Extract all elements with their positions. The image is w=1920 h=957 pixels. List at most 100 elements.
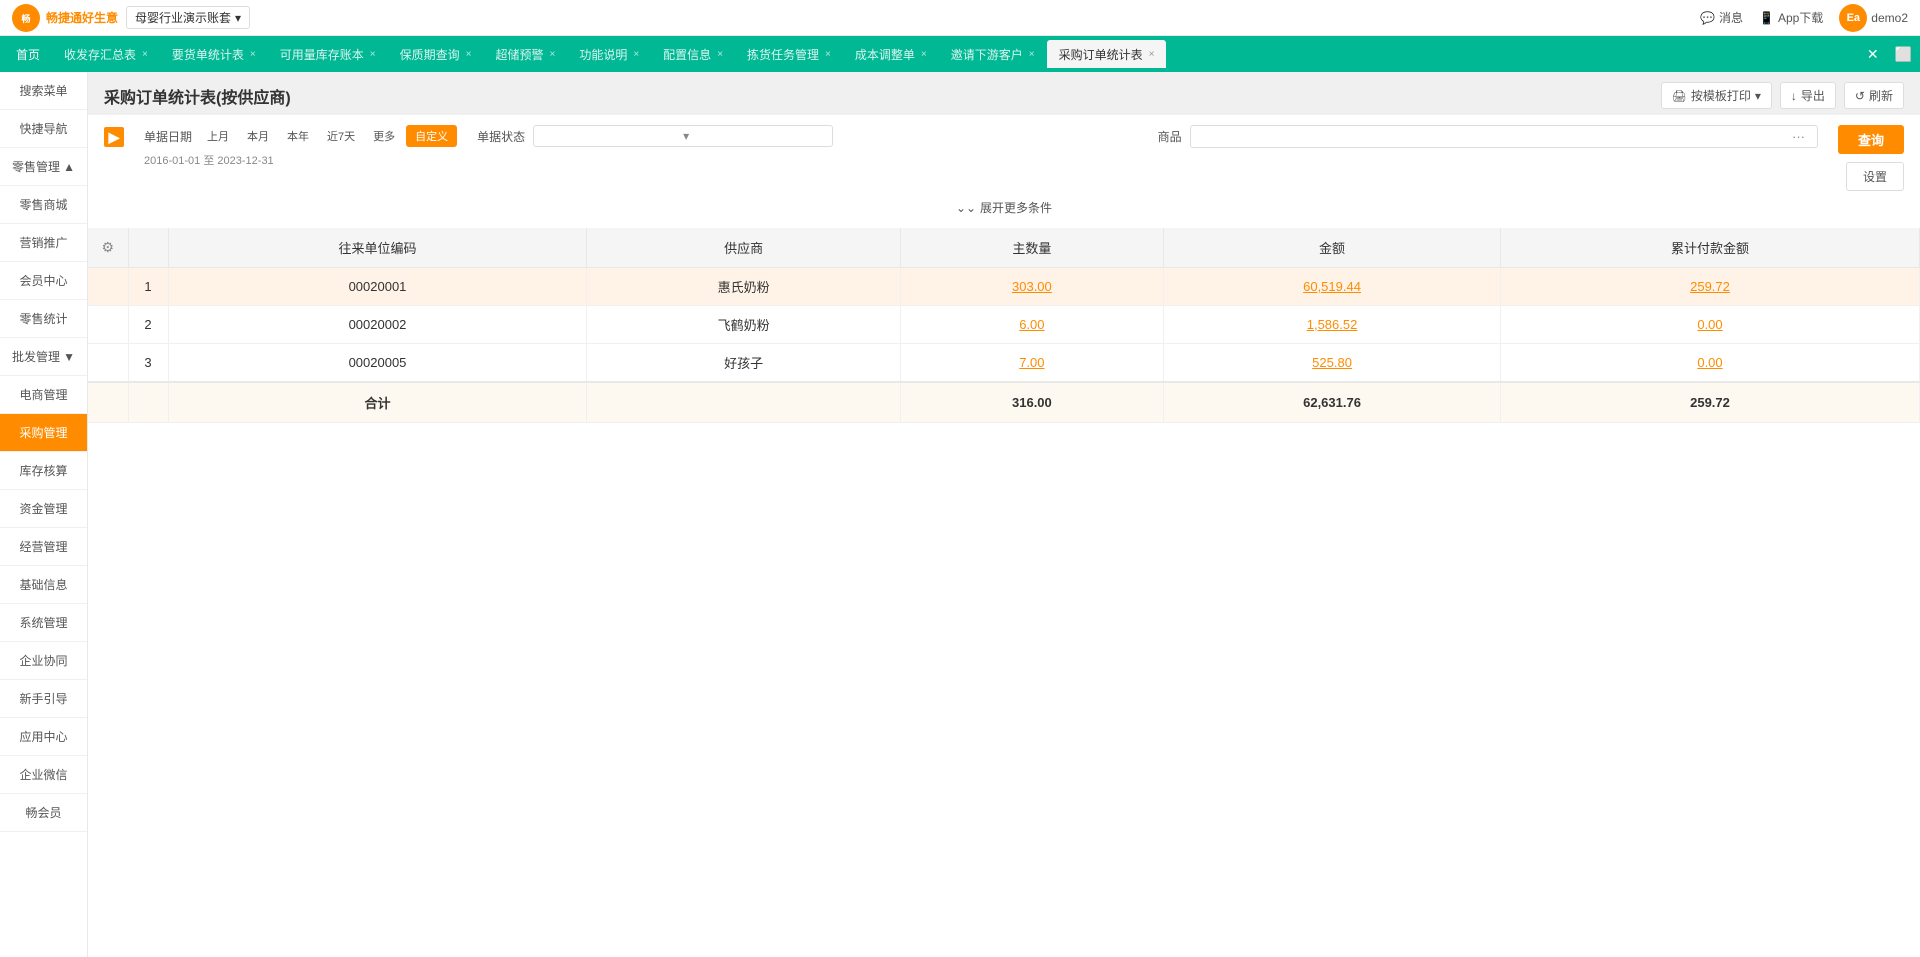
tab-collect-pay-close[interactable]: × bbox=[142, 49, 148, 60]
tab-config-info[interactable]: 配置信息 × bbox=[651, 40, 735, 68]
date-btn-custom[interactable]: 自定义 bbox=[406, 125, 457, 147]
sidebar-item-wholesale-mgmt[interactable]: 批发管理 ▼ bbox=[0, 338, 87, 376]
tab-cost-adjust-label: 成本调整单 bbox=[855, 46, 915, 63]
tab-picking-task[interactable]: 拣货任务管理 × bbox=[735, 40, 843, 68]
th-supplier: 供应商 bbox=[587, 228, 900, 268]
cell-paid-amount-0[interactable]: 259.72 bbox=[1501, 268, 1920, 306]
date-btn-last-month[interactable]: 上月 bbox=[200, 125, 236, 147]
cell-paid-amount-1[interactable]: 0.00 bbox=[1501, 306, 1920, 344]
sidebar-item-purchase-mgmt[interactable]: 采购管理 bbox=[0, 414, 87, 452]
date-btn-more[interactable]: 更多 bbox=[366, 125, 402, 147]
filter-toggle-icon[interactable]: ▶ bbox=[104, 127, 124, 147]
sidebar-item-ecommerce-mgmt[interactable]: 电商管理 bbox=[0, 376, 87, 414]
tab-config-info-close[interactable]: × bbox=[717, 49, 723, 60]
cell-amount-1[interactable]: 1,586.52 bbox=[1164, 306, 1501, 344]
tab-collect-pay[interactable]: 收发存汇总表 × bbox=[52, 40, 160, 68]
date-from: 2016-01-01 bbox=[144, 155, 200, 167]
export-icon: ↓ bbox=[1791, 89, 1797, 103]
date-btn-this-month[interactable]: 本月 bbox=[240, 125, 276, 147]
sidebar-item-vip-member[interactable]: 畅会员 bbox=[0, 794, 87, 832]
sidebar-item-enterprise-coop[interactable]: 企业协同 bbox=[0, 642, 87, 680]
sidebar-item-app-center[interactable]: 应用中心 bbox=[0, 718, 87, 756]
sidebar-item-retail-shop[interactable]: 零售商城 bbox=[0, 186, 87, 224]
filter-line1: ▶ 单据日期 上月 本月 本年 近7天 更多 自定义 bbox=[104, 125, 1904, 191]
cell-main-qty-1[interactable]: 6.00 bbox=[900, 306, 1163, 344]
tab-picking-task-label: 拣货任务管理 bbox=[747, 46, 819, 63]
expand-button[interactable]: ⌄⌄ 展开更多条件 bbox=[948, 195, 1060, 220]
cell-paid-amount-2[interactable]: 0.00 bbox=[1501, 344, 1920, 383]
table-row: 1 00020001 惠氏奶粉 303.00 60,519.44 259.72 bbox=[88, 268, 1920, 306]
message-action[interactable]: 💬 消息 bbox=[1700, 9, 1743, 26]
sidebar-enterprise-coop-label: 企业协同 bbox=[19, 654, 67, 668]
status-label: 单据状态 bbox=[477, 128, 525, 145]
cell-index-2: 3 bbox=[128, 344, 168, 383]
print-button[interactable]: 🖨 按模板打印 ▾ bbox=[1661, 82, 1772, 109]
sidebar-item-finance-mgmt[interactable]: 资金管理 bbox=[0, 490, 87, 528]
export-button[interactable]: ↓ 导出 bbox=[1780, 82, 1836, 109]
cell-amount-0[interactable]: 60,519.44 bbox=[1164, 268, 1501, 306]
sidebar-item-enterprise-wechat[interactable]: 企业微信 bbox=[0, 756, 87, 794]
query-button[interactable]: 查询 bbox=[1838, 125, 1904, 154]
tab-overstock-warning-close[interactable]: × bbox=[549, 49, 555, 60]
settings-icon[interactable]: ⚙ bbox=[101, 239, 114, 255]
nav-tabs-right: ✕ ⬜ bbox=[1863, 44, 1916, 65]
print-label: 按模板打印 bbox=[1691, 87, 1751, 104]
tab-invite-downstream-close[interactable]: × bbox=[1029, 49, 1035, 60]
date-btn-last-7-days[interactable]: 近7天 bbox=[320, 125, 362, 147]
sidebar-item-new-guide[interactable]: 新手引导 bbox=[0, 680, 87, 718]
tab-function-desc-close[interactable]: × bbox=[633, 49, 639, 60]
sidebar-item-retail-mgmt[interactable]: 零售管理 ▲ bbox=[0, 148, 87, 186]
product-input[interactable]: ··· bbox=[1190, 125, 1818, 148]
tab-available-inventory-close[interactable]: × bbox=[370, 49, 376, 60]
sidebar-item-sys-mgmt[interactable]: 系统管理 bbox=[0, 604, 87, 642]
date-label: 单据日期 bbox=[144, 128, 192, 145]
tab-home[interactable]: 首页 bbox=[4, 40, 52, 68]
tab-available-inventory[interactable]: 可用量库存账本 × bbox=[268, 40, 388, 68]
date-btn-this-year[interactable]: 本年 bbox=[280, 125, 316, 147]
tab-picking-task-close[interactable]: × bbox=[825, 49, 831, 60]
cell-main-qty-0[interactable]: 303.00 bbox=[900, 268, 1163, 306]
window-maximize-btn[interactable]: ⬜ bbox=[1891, 44, 1916, 65]
sidebar-item-basic-info[interactable]: 基础信息 bbox=[0, 566, 87, 604]
user-area[interactable]: Ea demo2 bbox=[1839, 4, 1908, 32]
print-icon: 🖨 bbox=[1672, 89, 1687, 103]
cell-amount-2[interactable]: 525.80 bbox=[1164, 344, 1501, 383]
refresh-button[interactable]: ↺ 刷新 bbox=[1844, 82, 1904, 109]
tab-cost-adjust[interactable]: 成本调整单 × bbox=[843, 40, 939, 68]
tab-overstock-warning[interactable]: 超储预警 × bbox=[483, 40, 567, 68]
tab-cost-adjust-close[interactable]: × bbox=[921, 49, 927, 60]
sidebar-item-operation-mgmt[interactable]: 经营管理 bbox=[0, 528, 87, 566]
page-title: 采购订单统计表(按供应商) bbox=[104, 84, 291, 108]
sidebar-item-inventory-check[interactable]: 库存核算 bbox=[0, 452, 87, 490]
tab-purchase-summary[interactable]: 采购订单统计表 × bbox=[1047, 40, 1167, 68]
tab-requisition[interactable]: 要货单统计表 × bbox=[160, 40, 268, 68]
app-download-action[interactable]: 📱 App下载 bbox=[1759, 9, 1823, 26]
date-separator: 至 bbox=[203, 155, 217, 167]
settings-button[interactable]: 设置 bbox=[1846, 162, 1904, 191]
message-label: 消息 bbox=[1719, 9, 1743, 26]
tab-function-desc[interactable]: 功能说明 × bbox=[567, 40, 651, 68]
tab-invite-downstream[interactable]: 邀请下游客户 × bbox=[939, 40, 1047, 68]
sidebar-item-search[interactable]: 搜索菜单 bbox=[0, 72, 87, 110]
window-close-btn[interactable]: ✕ bbox=[1863, 44, 1883, 65]
sidebar-item-member-center[interactable]: 会员中心 bbox=[0, 262, 87, 300]
sidebar-item-retail-stats[interactable]: 零售统计 bbox=[0, 300, 87, 338]
tab-expiry-query[interactable]: 保质期查询 × bbox=[388, 40, 484, 68]
sidebar-item-quick-nav[interactable]: 快捷导航 bbox=[0, 110, 87, 148]
message-icon: 💬 bbox=[1700, 11, 1715, 25]
cell-main-qty-2[interactable]: 7.00 bbox=[900, 344, 1163, 383]
tab-purchase-summary-close[interactable]: × bbox=[1149, 49, 1155, 60]
status-select[interactable]: ▾ bbox=[533, 125, 833, 147]
workspace-label: 母婴行业演示账套 bbox=[135, 9, 231, 26]
cell-unit-code-0: 00020001 bbox=[168, 268, 587, 306]
sidebar-wholesale-mgmt-label: 批发管理 bbox=[12, 348, 60, 365]
status-dropdown-icon: ▾ bbox=[683, 129, 824, 143]
workspace-selector[interactable]: 母婴行业演示账套 ▾ bbox=[126, 6, 250, 29]
product-text-input[interactable] bbox=[1199, 130, 1788, 144]
cell-settings-0 bbox=[88, 268, 128, 306]
tab-expiry-query-close[interactable]: × bbox=[466, 49, 472, 60]
table-row: 2 00020002 飞鹤奶粉 6.00 1,586.52 0.00 bbox=[88, 306, 1920, 344]
tab-requisition-close[interactable]: × bbox=[250, 49, 256, 60]
product-more-btn[interactable]: ··· bbox=[1788, 129, 1809, 144]
sidebar-item-marketing[interactable]: 营销推广 bbox=[0, 224, 87, 262]
